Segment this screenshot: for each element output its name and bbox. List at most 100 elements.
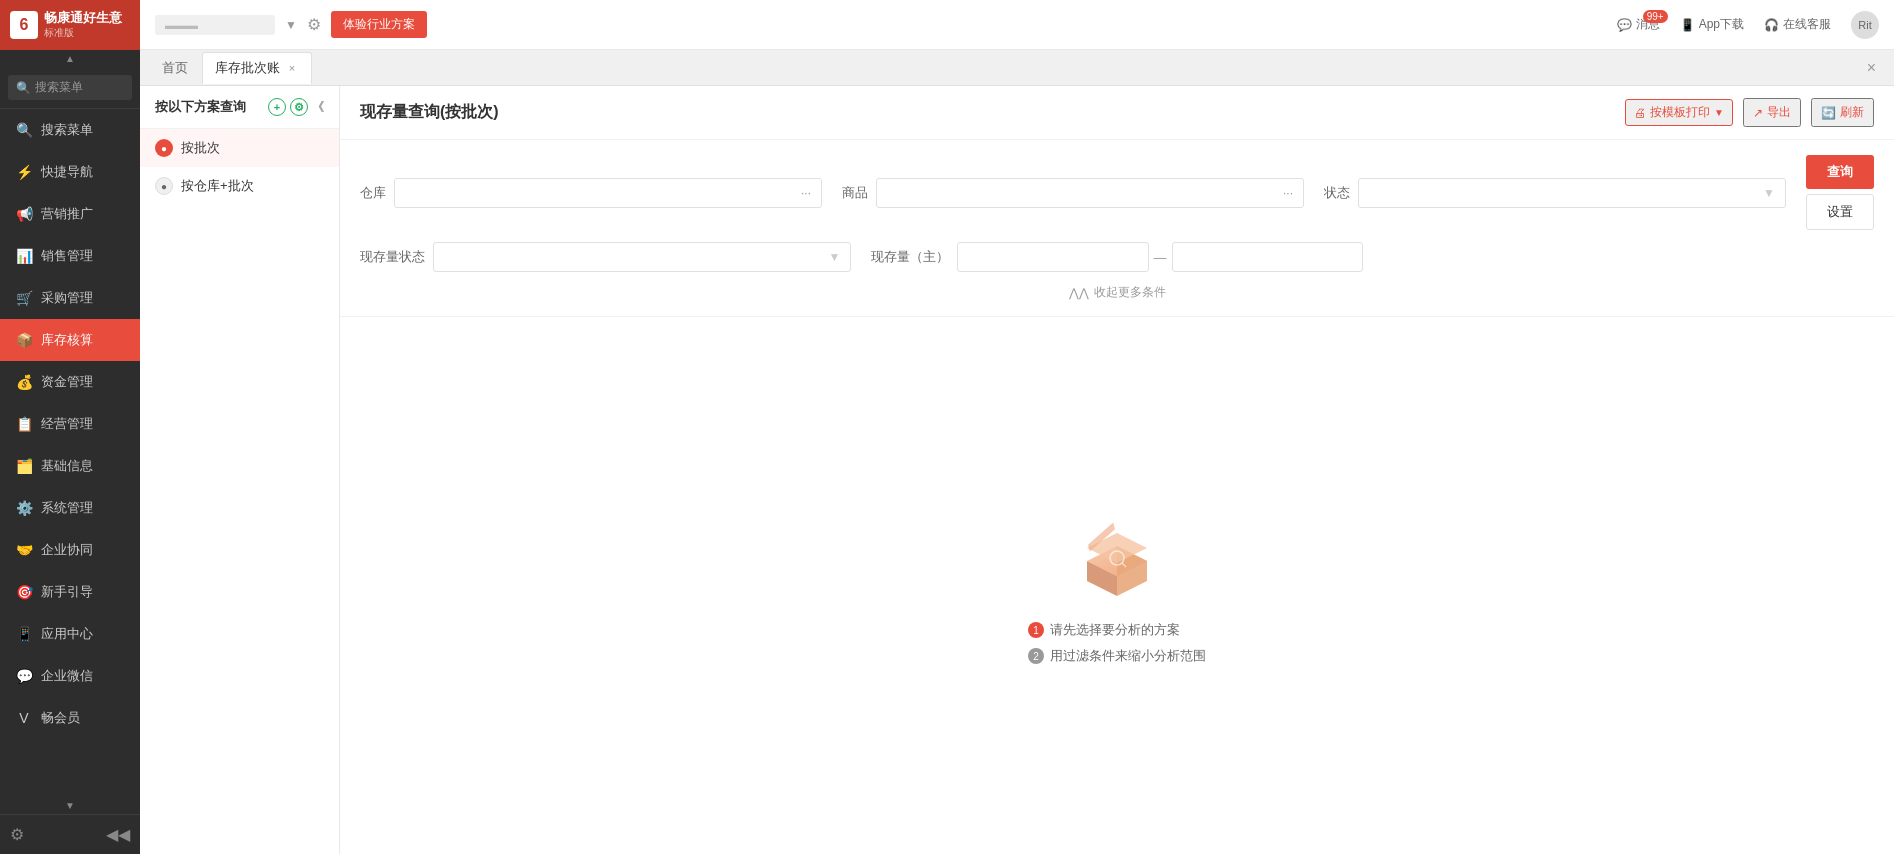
nav-icon-search: 🔍 xyxy=(15,121,33,139)
sidebar-item-enterprise[interactable]: 🤝企业协同 xyxy=(0,529,140,571)
stock-qty-filter: 现存量（主） — xyxy=(871,242,1362,272)
search-menu-input[interactable]: 🔍 搜索菜单 xyxy=(8,75,132,100)
sidebar-item-inventory[interactable]: 📦库存核算 xyxy=(0,319,140,361)
user-avatar-item[interactable]: Rit xyxy=(1851,11,1879,39)
online-service-item[interactable]: 🎧 在线客服 xyxy=(1764,16,1831,33)
nav-label-purchase: 采购管理 xyxy=(41,289,93,307)
stock-qty-min[interactable] xyxy=(957,242,1148,272)
product-filter: 商品 ··· xyxy=(842,178,1304,208)
content-area: 按以下方案查询 + ⚙ 《 ● 按批次 ● 按仓库+批次 现存量查询(按批次) xyxy=(140,86,1894,854)
nav-label-system: 系统管理 xyxy=(41,499,93,517)
scheme-icon-by-batch: ● xyxy=(155,139,173,157)
status-dropdown-icon: ▼ xyxy=(1763,186,1775,200)
tab-inventory-batch[interactable]: 库存批次账 × xyxy=(202,52,312,84)
collapse-icon[interactable]: ◀◀ xyxy=(106,825,130,844)
main-wrapper: ▬▬▬ ▼ ⚙ 体验行业方案 💬 消息 99+ 📱 App下载 🎧 在线客服 R… xyxy=(140,0,1894,854)
scheme-label-by-batch: 按批次 xyxy=(181,139,220,157)
topbar-settings-icon[interactable]: ⚙ xyxy=(307,15,321,34)
nav-icon-finance: 💰 xyxy=(15,373,33,391)
stock-qty-label: 现存量（主） xyxy=(871,248,949,266)
stock-qty-sep: — xyxy=(1154,250,1167,265)
app-download-item[interactable]: 📱 App下载 xyxy=(1680,16,1744,33)
export-icon: ↗ xyxy=(1753,106,1763,120)
manage-scheme-btn[interactable]: ⚙ xyxy=(290,98,308,116)
sidebar-item-wechat[interactable]: 💬企业微信 xyxy=(0,655,140,697)
sidebar-search-area: 🔍 搜索菜单 xyxy=(0,67,140,109)
nav-icon-system: ⚙️ xyxy=(15,499,33,517)
warehouse-input[interactable]: ··· xyxy=(394,178,822,208)
sidebar-title-area: 畅康通好生意 标准版 xyxy=(44,10,122,40)
nav-label-wechat: 企业微信 xyxy=(41,667,93,685)
tab-home[interactable]: 首页 xyxy=(150,53,200,83)
sidebar-item-purchase[interactable]: 🛒采购管理 xyxy=(0,277,140,319)
sidebar-item-finance[interactable]: 💰资金管理 xyxy=(0,361,140,403)
tab-close-btn[interactable]: × xyxy=(285,61,299,75)
tabs-bar: 首页 库存批次账 × × xyxy=(140,50,1894,86)
refresh-btn[interactable]: 🔄 刷新 xyxy=(1811,98,1874,127)
scheme-item-by-warehouse-batch[interactable]: ● 按仓库+批次 xyxy=(140,167,339,205)
warehouse-dots: ··· xyxy=(801,186,811,200)
sidebar-item-quicknav[interactable]: ⚡快捷导航 xyxy=(0,151,140,193)
sidebar-item-operations[interactable]: 📋经营管理 xyxy=(0,403,140,445)
sidebar-logo: 6 xyxy=(10,11,38,39)
online-service-icon: 🎧 xyxy=(1764,18,1779,32)
sidebar-version: 标准版 xyxy=(44,26,122,40)
nav-label-newbie: 新手引导 xyxy=(41,583,93,601)
filter-area: 仓库 ··· 商品 ··· 状态 xyxy=(340,140,1894,317)
search-menu-label: 搜索菜单 xyxy=(35,79,83,96)
sidebar-item-vip[interactable]: V畅会员 xyxy=(0,697,140,739)
messages-item[interactable]: 💬 消息 99+ xyxy=(1617,16,1660,33)
sidebar-item-sales[interactable]: 📊销售管理 xyxy=(0,235,140,277)
topbar-dropdown-icon[interactable]: ▼ xyxy=(285,18,297,32)
sidebar-item-marketing[interactable]: 📢营销推广 xyxy=(0,193,140,235)
nav-icon-enterprise: 🤝 xyxy=(15,541,33,559)
scheme-item-by-batch[interactable]: ● 按批次 xyxy=(140,129,339,167)
topbar-search[interactable]: ▬▬▬ xyxy=(155,15,275,35)
empty-tips: 1 请先选择要分析的方案 2 用过滤条件来缩小分析范围 xyxy=(1028,621,1206,665)
sidebar-item-newbie[interactable]: 🎯新手引导 xyxy=(0,571,140,613)
app-download-icon: 📱 xyxy=(1680,18,1695,32)
collapse-bar[interactable]: ⋀⋀ 收起更多条件 xyxy=(360,284,1874,301)
filter-row-1: 仓库 ··· 商品 ··· 状态 xyxy=(360,155,1874,230)
print-dropdown-icon[interactable]: ▼ xyxy=(1714,107,1724,118)
scheme-list: ● 按批次 ● 按仓库+批次 xyxy=(140,129,339,205)
scheme-label-by-warehouse-batch: 按仓库+批次 xyxy=(181,177,254,195)
collapse-text: 收起更多条件 xyxy=(1094,284,1166,301)
sidebar-item-search[interactable]: 🔍 搜索菜单 xyxy=(0,109,140,151)
nav-label-search: 搜索菜单 xyxy=(41,121,93,139)
settings-btn[interactable]: 设置 xyxy=(1806,194,1874,230)
sidebar-nav: 🔍 搜索菜单 ⚡快捷导航📢营销推广📊销售管理🛒采购管理📦库存核算💰资金管理📋经营管理… xyxy=(0,109,140,797)
page-close-btn[interactable]: × xyxy=(1859,59,1884,77)
sidebar-item-basic[interactable]: 🗂️ 基础信息 xyxy=(0,445,140,487)
collapse-left-btn[interactable]: 《 xyxy=(312,99,324,116)
left-panel-header: 按以下方案查询 + ⚙ 《 xyxy=(140,86,339,129)
export-btn[interactable]: ↗ 导出 xyxy=(1743,98,1801,127)
query-btn[interactable]: 查询 xyxy=(1806,155,1874,189)
refresh-label: 刷新 xyxy=(1840,104,1864,121)
sidebar-item-appstore[interactable]: 📱应用中心 xyxy=(0,613,140,655)
filter-row-2: 现存量状态 ▼ 现存量（主） — xyxy=(360,242,1874,272)
stock-status-select[interactable]: ▼ xyxy=(433,242,851,272)
scroll-up-arrow[interactable]: ▲ xyxy=(0,50,140,67)
print-btn[interactable]: 🖨 按模板打印 ▼ xyxy=(1625,99,1733,126)
status-select[interactable]: ▼ xyxy=(1358,178,1786,208)
product-input[interactable]: ··· xyxy=(876,178,1304,208)
product-label: 商品 xyxy=(842,184,868,202)
stock-status-label: 现存量状态 xyxy=(360,248,425,266)
nav-label-basic: 基础信息 xyxy=(41,457,93,475)
scroll-down-arrow[interactable]: ▼ xyxy=(0,797,140,814)
settings-icon[interactable]: ⚙ xyxy=(10,825,24,844)
left-panel: 按以下方案查询 + ⚙ 《 ● 按批次 ● 按仓库+批次 xyxy=(140,86,340,854)
warehouse-filter: 仓库 ··· xyxy=(360,178,822,208)
add-scheme-btn[interactable]: + xyxy=(268,98,286,116)
experience-btn[interactable]: 体验行业方案 xyxy=(331,11,427,38)
action-buttons: 查询 设置 xyxy=(1806,155,1874,230)
nav-icon-appstore: 📱 xyxy=(15,625,33,643)
topbar-right: 💬 消息 99+ 📱 App下载 🎧 在线客服 Rit xyxy=(1617,11,1879,39)
export-label: 导出 xyxy=(1767,104,1791,121)
stock-qty-max[interactable] xyxy=(1172,242,1363,272)
avatar: Rit xyxy=(1851,11,1879,39)
nav-icon-basic: 🗂️ xyxy=(15,457,33,475)
collapse-up-icon: ⋀⋀ xyxy=(1069,286,1089,300)
sidebar-item-system[interactable]: ⚙️ 系统管理 xyxy=(0,487,140,529)
